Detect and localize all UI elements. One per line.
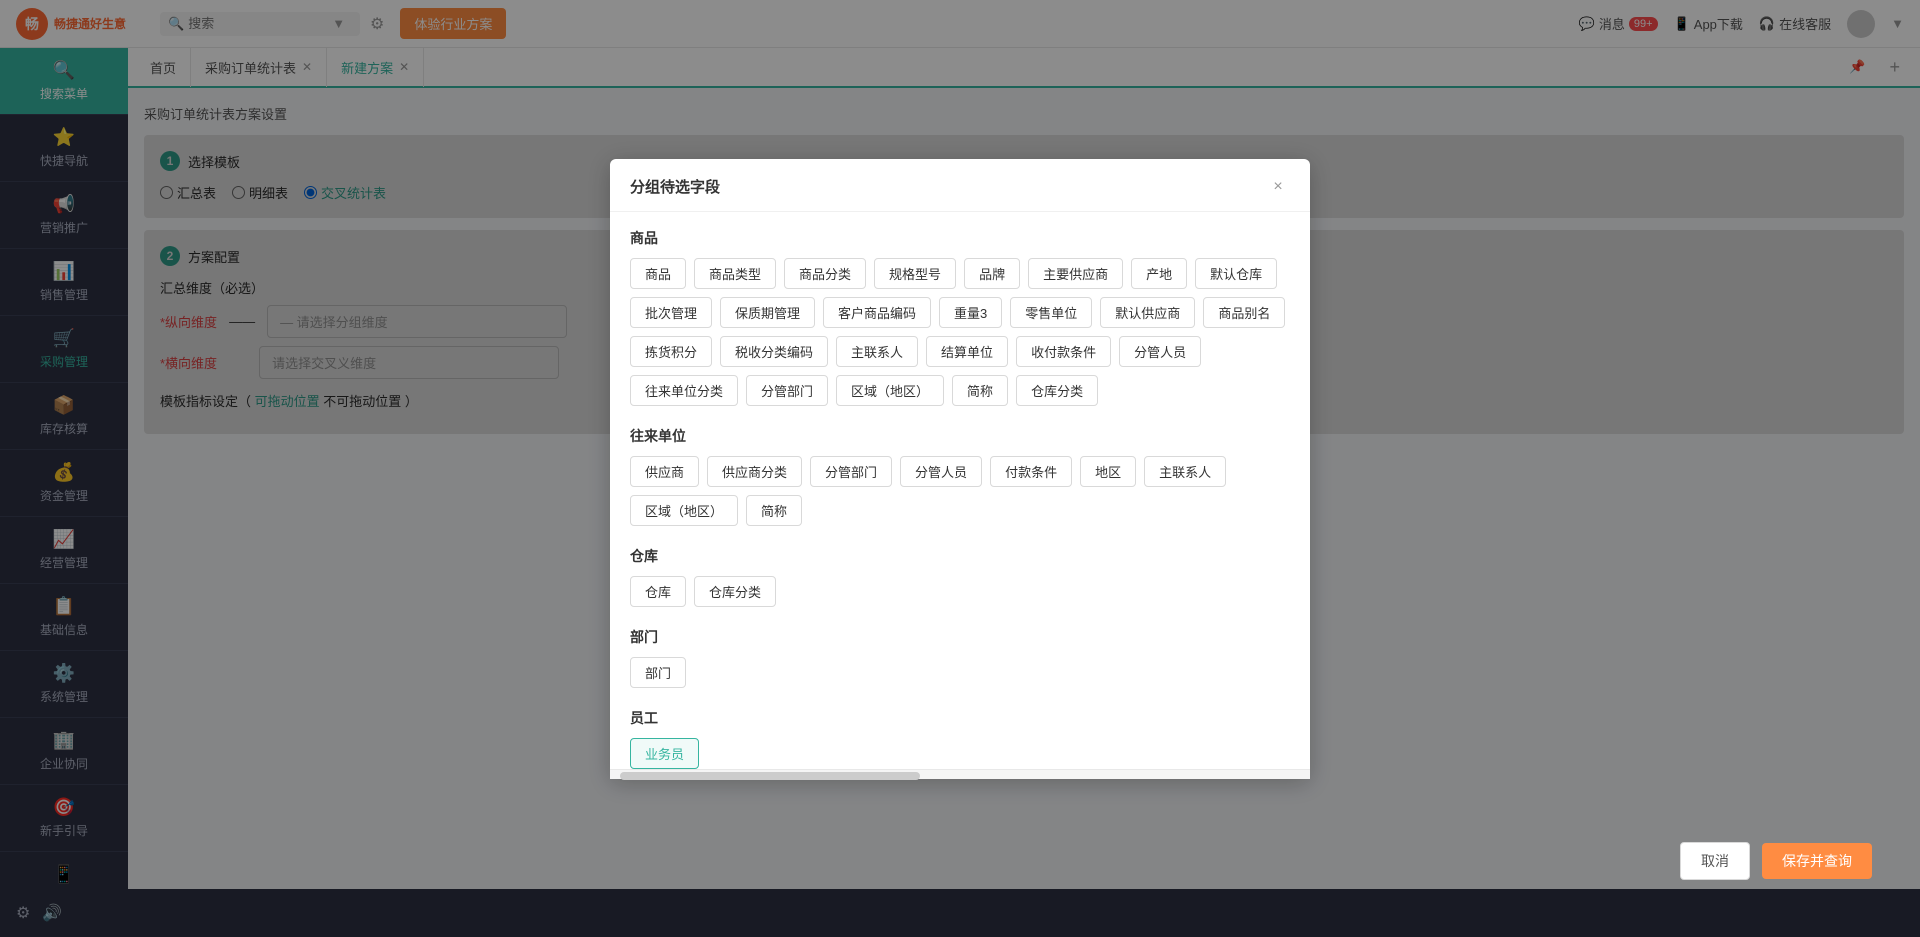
field-pick-points[interactable]: 拣货积分	[630, 336, 712, 367]
modal-body[interactable]: 商品 商品 商品类型 商品分类 规格型号 品牌 主要供应商 产地 默认仓库 批次…	[610, 212, 1310, 770]
field-origin[interactable]: 产地	[1131, 258, 1187, 289]
field-main-contact[interactable]: 主联系人	[836, 336, 918, 367]
field-supplier-cat[interactable]: 供应商分类	[707, 456, 802, 487]
section-department: 部门 部门	[630, 627, 1290, 688]
section-employee-grid: 业务员	[630, 738, 1290, 769]
field-payment-cond[interactable]: 付款条件	[990, 456, 1072, 487]
section-goods-title: 商品	[630, 228, 1290, 248]
field-manager[interactable]: 分管人员	[1119, 336, 1201, 367]
field-supplier[interactable]: 供应商	[630, 456, 699, 487]
field-weight3[interactable]: 重量3	[939, 297, 1002, 328]
modal-overlay: 分组待选字段 × 商品 商品 商品类型 商品分类 规格型号 品牌 主要供应商 产…	[0, 0, 1920, 937]
field-payment-terms[interactable]: 收付款条件	[1016, 336, 1111, 367]
field-goods[interactable]: 商品	[630, 258, 686, 289]
section-partner: 往来单位 供应商 供应商分类 分管部门 分管人员 付款条件 地区 主联系人 区域…	[630, 426, 1290, 526]
field-goods-type[interactable]: 商品类型	[694, 258, 776, 289]
section-partner-title: 往来单位	[630, 426, 1290, 446]
section-department-title: 部门	[630, 627, 1290, 647]
field-salesperson[interactable]: 业务员	[630, 738, 699, 769]
field-warehouse[interactable]: 仓库	[630, 576, 686, 607]
field-department[interactable]: 部门	[630, 657, 686, 688]
field-goods-alias[interactable]: 商品别名	[1203, 297, 1285, 328]
section-warehouse-title: 仓库	[630, 546, 1290, 566]
modal-hscroll[interactable]	[610, 769, 1310, 778]
field-main-contact2[interactable]: 主联系人	[1144, 456, 1226, 487]
modal-close-btn[interactable]: ×	[1266, 175, 1290, 199]
field-partner-category[interactable]: 往来单位分类	[630, 375, 738, 406]
field-default-warehouse[interactable]: 默认仓库	[1195, 258, 1277, 289]
field-short-name[interactable]: 简称	[952, 375, 1008, 406]
modal-title: 分组待选字段	[630, 176, 720, 197]
field-main-supplier[interactable]: 主要供应商	[1028, 258, 1123, 289]
section-employee-title: 员工	[630, 708, 1290, 728]
section-partner-grid: 供应商 供应商分类 分管部门 分管人员 付款条件 地区 主联系人 区域（地区） …	[630, 456, 1290, 526]
field-shelf-life[interactable]: 保质期管理	[720, 297, 815, 328]
field-settle-unit[interactable]: 结算单位	[926, 336, 1008, 367]
modal-header: 分组待选字段 ×	[610, 159, 1310, 212]
section-goods-grid: 商品 商品类型 商品分类 规格型号 品牌 主要供应商 产地 默认仓库 批次管理 …	[630, 258, 1290, 406]
cancel-button[interactable]: 取消	[1680, 842, 1750, 880]
field-tax-code[interactable]: 税收分类编码	[720, 336, 828, 367]
modal: 分组待选字段 × 商品 商品 商品类型 商品分类 规格型号 品牌 主要供应商 产…	[610, 159, 1310, 779]
field-default-supplier[interactable]: 默认供应商	[1100, 297, 1195, 328]
section-warehouse: 仓库 仓库 仓库分类	[630, 546, 1290, 607]
field-short-name2[interactable]: 简称	[746, 495, 802, 526]
field-partner-manager[interactable]: 分管人员	[900, 456, 982, 487]
field-goods-category[interactable]: 商品分类	[784, 258, 866, 289]
save-button[interactable]: 保存并查询	[1762, 843, 1872, 879]
section-goods: 商品 商品 商品类型 商品分类 规格型号 品牌 主要供应商 产地 默认仓库 批次…	[630, 228, 1290, 406]
field-retail-unit[interactable]: 零售单位	[1010, 297, 1092, 328]
field-area[interactable]: 地区	[1080, 456, 1136, 487]
field-brand[interactable]: 品牌	[964, 258, 1020, 289]
field-warehouse-cat2[interactable]: 仓库分类	[694, 576, 776, 607]
section-department-grid: 部门	[630, 657, 1290, 688]
modal-hscroll-thumb[interactable]	[620, 772, 920, 780]
field-region[interactable]: 区域（地区）	[836, 375, 944, 406]
section-warehouse-grid: 仓库 仓库分类	[630, 576, 1290, 607]
field-warehouse-cat[interactable]: 仓库分类	[1016, 375, 1098, 406]
field-region2[interactable]: 区域（地区）	[630, 495, 738, 526]
field-cust-code[interactable]: 客户商品编码	[823, 297, 931, 328]
field-batch-mgmt[interactable]: 批次管理	[630, 297, 712, 328]
field-dept[interactable]: 分管部门	[746, 375, 828, 406]
field-spec-model[interactable]: 规格型号	[874, 258, 956, 289]
field-partner-dept[interactable]: 分管部门	[810, 456, 892, 487]
section-employee: 员工 业务员	[630, 708, 1290, 769]
